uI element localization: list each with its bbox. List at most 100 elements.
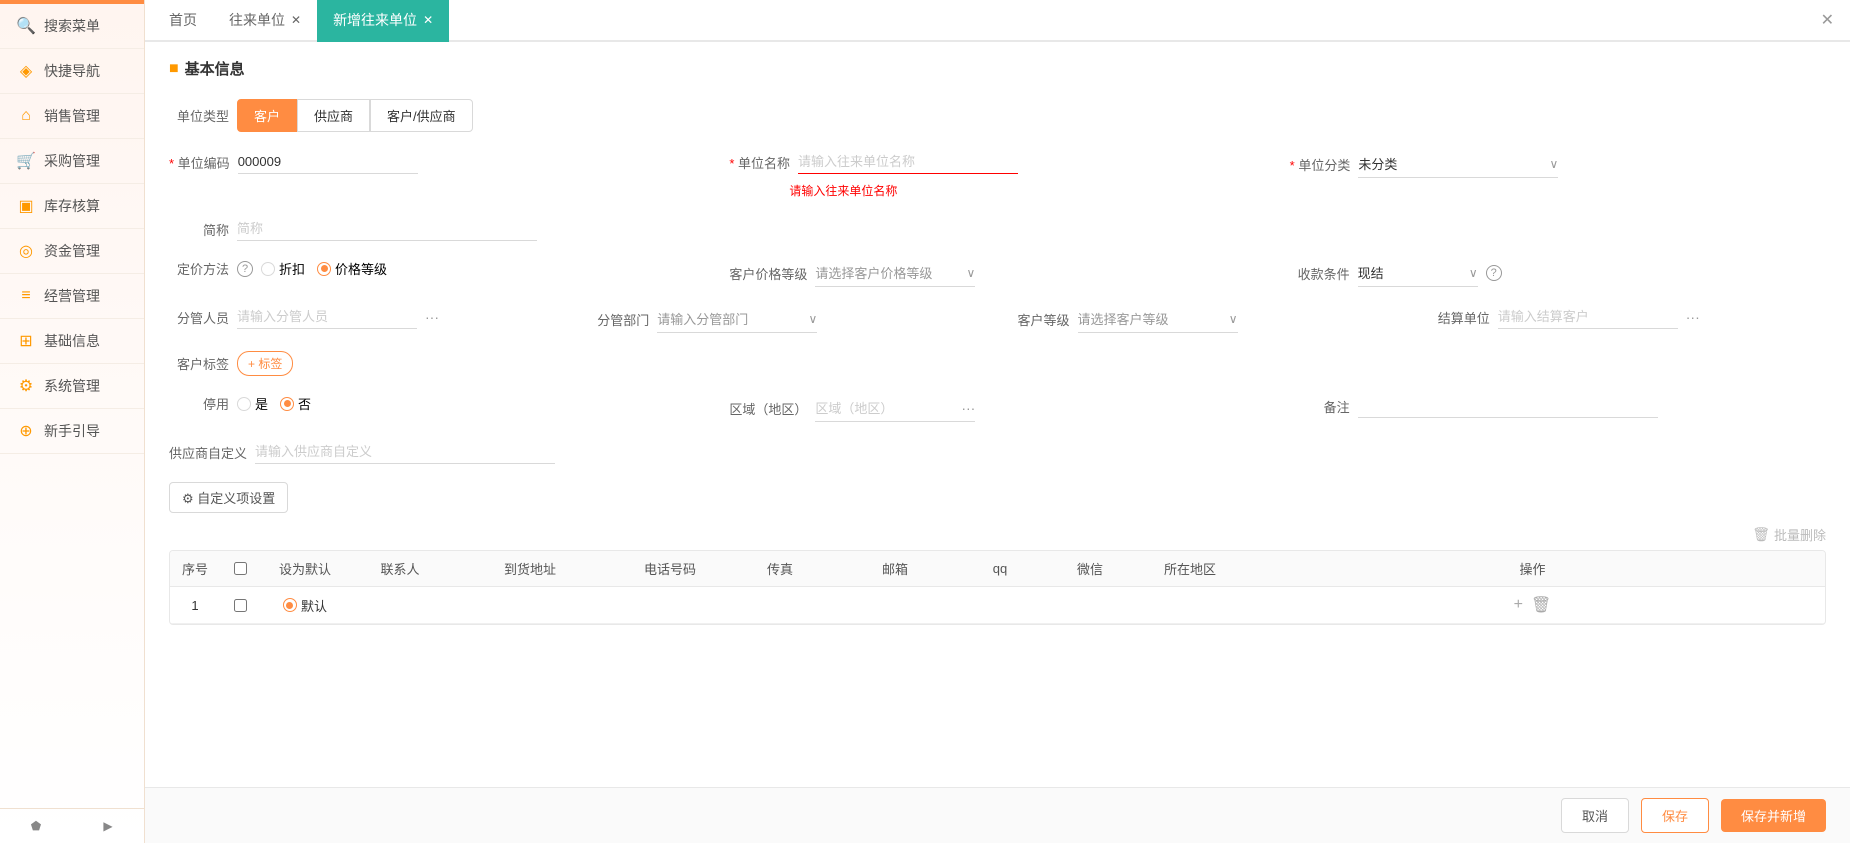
region-cell-input[interactable] [1145,598,1235,613]
sidebar-item-search[interactable]: 🔍 搜索菜单 [0,4,144,49]
sidebar-item-finance[interactable]: ◎ 资金管理 [0,229,144,274]
tab-partner[interactable]: 往来单位 ✕ [213,0,317,42]
row-add-btn[interactable]: + [1514,596,1523,614]
cell-contact[interactable] [350,587,450,623]
customer-price-level-group: 客户价格等级 请选择客户价格等级 ∨ [729,259,1265,287]
manager-input[interactable] [237,305,417,329]
sidebar-item-label: 采购管理 [44,151,100,171]
row-default-radio[interactable] [283,598,297,612]
address-input[interactable] [455,598,605,613]
pricing-level-radio[interactable] [317,262,331,276]
select-all-checkbox[interactable] [234,562,247,575]
remark-input[interactable] [1358,394,1658,418]
section-icon: ■ [169,60,179,78]
payment-terms-help-icon[interactable]: ? [1486,265,1502,281]
cell-phone[interactable] [610,587,730,623]
settlement-unit-ellipsis[interactable]: ··· [1686,309,1700,325]
customer-level-select[interactable]: 请选择客户等级 ∨ [1078,305,1238,333]
row-delete-btn[interactable]: 🗑 [1531,595,1551,615]
sidebar: 🔍 搜索菜单 ◈ 快捷导航 ⌂ 销售管理 🛒 采购管理 ▣ 库存核算 ◎ 资金管… [0,0,145,843]
customer-price-level-select[interactable]: 请选择客户价格等级 ∨ [815,259,975,287]
cell-default: 默认 [260,587,350,623]
region-ellipsis[interactable]: ··· [961,400,975,416]
pricing-discount[interactable]: 折扣 [261,259,305,278]
save-and-new-button[interactable]: 保存并新增 [1721,799,1826,832]
region-input[interactable]: 区域（地区） ··· [815,394,975,422]
pricing-discount-radio[interactable] [261,262,275,276]
cell-fax[interactable] [730,587,830,623]
save-button[interactable]: 保存 [1641,798,1709,833]
tab-new-partner[interactable]: 新增往来单位 ✕ [317,0,449,42]
short-name-input[interactable] [237,217,537,241]
sidebar-bottom-left[interactable]: ⬟ [0,809,72,843]
customer-level-group: 客户等级 请选择客户等级 ∨ [1010,305,1406,333]
phone-input[interactable] [615,598,725,613]
finance-icon: ◎ [16,241,36,261]
custom-settings-button[interactable]: ⚙ 自定义项设置 [169,482,288,513]
wechat-input[interactable] [1045,598,1135,613]
cell-email[interactable] [830,587,960,623]
contact-input[interactable] [355,598,445,613]
fax-input[interactable] [735,598,825,613]
content-area: ■ 基本信息 单位类型 客户 供应商 客户/供应商 单位编码 单位名称 [145,42,1850,787]
disable-yes[interactable]: 是 [237,394,268,413]
unit-type-supplier[interactable]: 供应商 [297,99,370,132]
disable-yes-radio[interactable] [237,397,251,411]
cell-address[interactable] [450,587,610,623]
sidebar-item-quick-nav[interactable]: ◈ 快捷导航 [0,49,144,94]
sidebar-bottom-right[interactable]: ▶ [72,809,144,843]
row-default-radio-item[interactable]: 默认 [283,596,327,615]
disable-yes-label: 是 [255,394,268,413]
unit-type-customer[interactable]: 客户 [237,99,297,132]
sidebar-item-guide[interactable]: ⊕ 新手引导 [0,409,144,454]
cell-wechat[interactable] [1040,587,1140,623]
sidebar-item-basic-info[interactable]: ⊞ 基础信息 [0,319,144,364]
qq-input[interactable] [965,598,1035,613]
short-name-group: 简称 [169,217,1826,241]
tab-new-partner-close[interactable]: ✕ [423,13,433,27]
sidebar-item-label: 经营管理 [44,286,100,306]
payment-terms-select[interactable]: 现结 ∨ [1358,259,1478,287]
manager-ellipsis[interactable]: ··· [425,309,439,325]
unit-code-input[interactable] [238,150,418,174]
department-select[interactable]: 请输入分管部门 ∨ [657,305,817,333]
settlement-unit-input[interactable] [1498,305,1678,329]
unit-type-buttons: 客户 供应商 客户/供应商 [237,99,473,132]
unit-name-input-row: 单位名称 [729,150,1018,174]
settlement-unit-label: 结算单位 [1430,308,1490,327]
pricing-level[interactable]: 价格等级 [317,259,387,278]
remark-label: 备注 [1290,397,1350,416]
unit-category-select[interactable]: 未分类 ∨ [1358,150,1558,178]
add-tag-button[interactable]: + 标签 [237,351,293,376]
th-region: 所在地区 [1140,551,1240,586]
unit-name-group: 单位名称 请输入往来单位名称 [729,150,1265,199]
cancel-button[interactable]: 取消 [1561,798,1629,833]
unit-type-both[interactable]: 客户/供应商 [370,99,473,132]
tab-partner-close[interactable]: ✕ [291,13,301,27]
sidebar-item-sales[interactable]: ⌂ 销售管理 [0,94,144,139]
sidebar-item-inventory[interactable]: ▣ 库存核算 [0,184,144,229]
supplier-custom-input[interactable] [255,440,555,464]
cell-qq[interactable] [960,587,1040,623]
cell-region[interactable] [1140,587,1240,623]
batch-delete-label[interactable]: 批量删除 [1774,525,1826,544]
batch-delete-area: 🗑 批量删除 [169,525,1826,544]
sidebar-item-purchase[interactable]: 🛒 采购管理 [0,139,144,184]
email-input[interactable] [835,598,955,613]
close-all-tabs[interactable]: ✕ [1813,6,1842,34]
row-checkbox[interactable] [234,599,247,612]
sales-icon: ⌂ [16,106,36,126]
supplier-custom-group: 供应商自定义 [169,440,1826,464]
tab-partner-label: 往来单位 [229,10,285,30]
customer-tag-label: 客户标签 [169,354,229,373]
tab-home[interactable]: 首页 [153,0,213,42]
sidebar-item-operations[interactable]: ≡ 经营管理 [0,274,144,319]
disable-no-radio[interactable] [280,397,294,411]
disable-no[interactable]: 否 [280,394,311,413]
unit-name-input[interactable] [798,150,1018,174]
department-placeholder: 请输入分管部门 [657,309,804,328]
manager-group: 分管人员 ··· [169,305,565,329]
sidebar-item-system[interactable]: ⚙ 系统管理 [0,364,144,409]
row-default-label: 默认 [301,596,327,615]
pricing-help-icon[interactable]: ? [237,261,253,277]
